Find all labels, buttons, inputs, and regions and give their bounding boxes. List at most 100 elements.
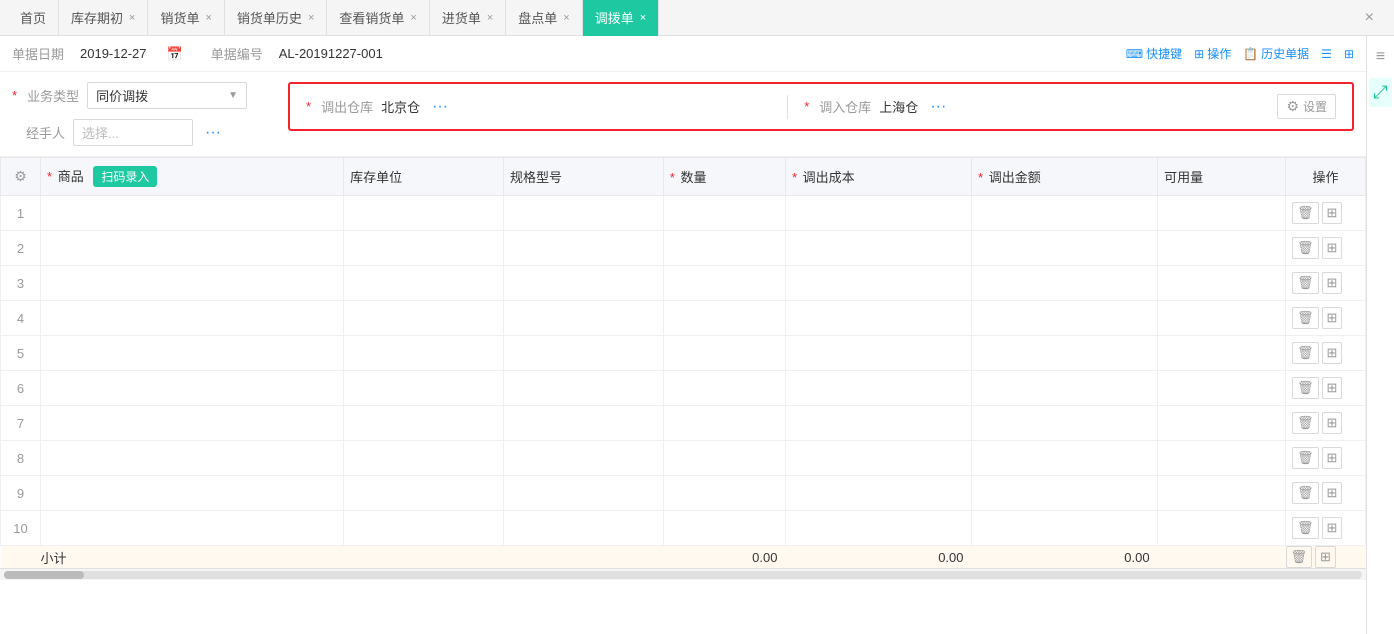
row-cost-9[interactable] — [785, 476, 971, 511]
row-unit-1[interactable] — [344, 196, 504, 231]
row-cost-10[interactable] — [785, 511, 971, 546]
row-delete-btn-1[interactable]: 🗑 — [1292, 202, 1319, 224]
row-available-10[interactable] — [1158, 511, 1286, 546]
row-delete-btn-3[interactable]: 🗑 — [1292, 272, 1319, 294]
row-cost-6[interactable] — [785, 371, 971, 406]
tab-close-view-sales[interactable]: × — [410, 12, 416, 24]
row-copy-btn-5[interactable]: ⊞ — [1322, 342, 1343, 364]
row-available-8[interactable] — [1158, 441, 1286, 476]
row-spec-7[interactable] — [503, 406, 663, 441]
row-unit-5[interactable] — [344, 336, 504, 371]
row-qty-10[interactable] — [663, 511, 785, 546]
row-copy-btn-1[interactable]: ⊞ — [1322, 202, 1343, 224]
row-unit-7[interactable] — [344, 406, 504, 441]
row-delete-btn-7[interactable]: 🗑 — [1292, 412, 1319, 434]
scrollbar-thumb[interactable] — [4, 571, 84, 579]
row-amount-3[interactable] — [972, 266, 1158, 301]
row-copy-btn-6[interactable]: ⊞ — [1322, 377, 1343, 399]
row-cost-5[interactable] — [785, 336, 971, 371]
tab-purchase-order[interactable]: 进货单 × — [430, 0, 506, 36]
row-copy-btn-7[interactable]: ⊞ — [1322, 412, 1343, 434]
row-unit-6[interactable] — [344, 371, 504, 406]
in-warehouse-value[interactable]: 上海仓 — [879, 97, 918, 116]
row-available-2[interactable] — [1158, 231, 1286, 266]
settings-button[interactable]: ⚙ 设置 — [1277, 94, 1336, 119]
row-unit-8[interactable] — [344, 441, 504, 476]
row-available-3[interactable] — [1158, 266, 1286, 301]
horizontal-scrollbar[interactable] — [0, 568, 1366, 580]
tab-close-inventory-check[interactable]: × — [563, 12, 569, 24]
row-unit-9[interactable] — [344, 476, 504, 511]
row-spec-5[interactable] — [503, 336, 663, 371]
row-spec-1[interactable] — [503, 196, 663, 231]
row-available-7[interactable] — [1158, 406, 1286, 441]
row-copy-btn-4[interactable]: ⊞ — [1322, 307, 1343, 329]
row-amount-2[interactable] — [972, 231, 1158, 266]
row-goods-9[interactable] — [41, 476, 344, 511]
row-cost-8[interactable] — [785, 441, 971, 476]
row-available-6[interactable] — [1158, 371, 1286, 406]
row-copy-btn-2[interactable]: ⊞ — [1322, 237, 1343, 259]
row-available-4[interactable] — [1158, 301, 1286, 336]
handler-input[interactable]: 选择... — [73, 119, 193, 146]
row-qty-2[interactable] — [663, 231, 785, 266]
row-delete-btn-5[interactable]: 🗑 — [1292, 342, 1319, 364]
biz-type-select[interactable]: 同价调拨 ▼ — [87, 82, 247, 109]
row-goods-3[interactable] — [41, 266, 344, 301]
row-goods-7[interactable] — [41, 406, 344, 441]
row-goods-8[interactable] — [41, 441, 344, 476]
row-copy-btn-8[interactable]: ⊞ — [1322, 447, 1343, 469]
row-amount-6[interactable] — [972, 371, 1158, 406]
row-copy-btn-3[interactable]: ⊞ — [1322, 272, 1343, 294]
handler-more-btn[interactable]: ··· — [201, 124, 225, 142]
tab-sales-history[interactable]: 销货单历史 × — [225, 0, 327, 36]
tab-close-purchase-order[interactable]: × — [487, 12, 493, 24]
window-close-button[interactable]: × — [1353, 9, 1386, 27]
row-delete-btn-9[interactable]: 🗑 — [1292, 482, 1319, 504]
tab-close-sales-order[interactable]: × — [205, 12, 211, 24]
subtotal-copy-btn[interactable]: ⊞ — [1315, 546, 1336, 568]
row-amount-8[interactable] — [972, 441, 1158, 476]
row-goods-1[interactable] — [41, 196, 344, 231]
row-qty-1[interactable] — [663, 196, 785, 231]
date-value[interactable]: 2019-12-27 — [80, 46, 147, 61]
row-goods-6[interactable] — [41, 371, 344, 406]
row-qty-4[interactable] — [663, 301, 785, 336]
row-copy-btn-9[interactable]: ⊞ — [1322, 482, 1343, 504]
sidebar-expand-icon[interactable]: ⤢ — [1369, 78, 1391, 107]
row-qty-8[interactable] — [663, 441, 785, 476]
row-delete-btn-10[interactable]: 🗑 — [1292, 517, 1319, 539]
row-available-9[interactable] — [1158, 476, 1286, 511]
row-amount-10[interactable] — [972, 511, 1158, 546]
row-delete-btn-8[interactable]: 🗑 — [1292, 447, 1319, 469]
row-available-5[interactable] — [1158, 336, 1286, 371]
row-qty-6[interactable] — [663, 371, 785, 406]
tab-sales-order[interactable]: 销货单 × — [148, 0, 224, 36]
subtotal-delete-btn[interactable]: 🗑 — [1286, 546, 1313, 568]
operation-btn[interactable]: ⊞ 操作 — [1194, 45, 1231, 62]
out-warehouse-value[interactable]: 北京仓 — [381, 97, 420, 116]
row-delete-btn-6[interactable]: 🗑 — [1292, 377, 1319, 399]
row-cost-1[interactable] — [785, 196, 971, 231]
tab-inventory-init[interactable]: 库存期初 × — [59, 0, 148, 36]
scan-entry-button[interactable]: 扫码录入 — [93, 166, 157, 187]
layout-btn-2[interactable]: ⊞ — [1344, 47, 1354, 61]
shortcut-btn[interactable]: ⌨ 快捷键 — [1126, 45, 1182, 62]
row-goods-2[interactable] — [41, 231, 344, 266]
tab-close-transfer-order[interactable]: × — [640, 12, 646, 24]
in-warehouse-more-btn[interactable]: ··· — [926, 98, 950, 116]
row-goods-4[interactable] — [41, 301, 344, 336]
row-amount-5[interactable] — [972, 336, 1158, 371]
row-delete-btn-4[interactable]: 🗑 — [1292, 307, 1319, 329]
history-btn[interactable]: 📋 历史单据 — [1243, 45, 1309, 62]
row-unit-2[interactable] — [344, 231, 504, 266]
row-delete-btn-2[interactable]: 🗑 — [1292, 237, 1319, 259]
tab-close-sales-history[interactable]: × — [308, 12, 314, 24]
row-cost-4[interactable] — [785, 301, 971, 336]
row-cost-2[interactable] — [785, 231, 971, 266]
layout-btn-1[interactable]: ☰ — [1321, 47, 1332, 61]
calendar-icon[interactable]: 📅 — [167, 46, 183, 62]
row-qty-3[interactable] — [663, 266, 785, 301]
row-spec-6[interactable] — [503, 371, 663, 406]
row-available-1[interactable] — [1158, 196, 1286, 231]
